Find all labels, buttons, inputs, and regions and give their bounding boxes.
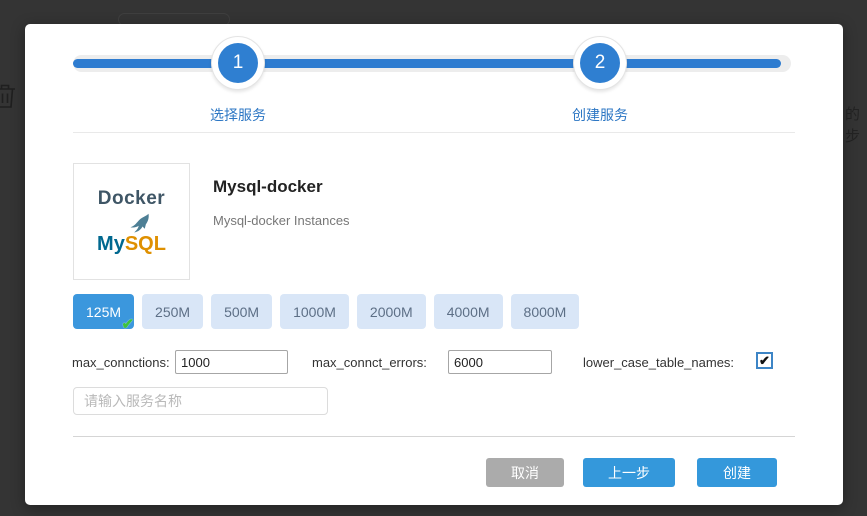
memory-option-label: 125M [86, 303, 122, 320]
max-connections-label: max_connctions: [72, 355, 170, 370]
footer-divider [73, 436, 795, 437]
service-subtitle: Mysql-docker Instances [213, 213, 350, 228]
docker-logo-text: Docker [97, 187, 166, 209]
memory-option-8000m[interactable]: 8000M [510, 294, 580, 329]
max-connect-errors-label: max_connct_errors: [312, 355, 427, 370]
max-connections-input[interactable] [175, 350, 288, 374]
mysql-logo-my: My [97, 232, 125, 255]
create-button[interactable]: 创建 [697, 458, 777, 487]
mysql-logo-text: MySQL [97, 233, 166, 256]
memory-option-500m[interactable]: 500M [211, 294, 273, 329]
step-2-number: 2 [580, 43, 620, 83]
lower-case-table-names-label: lower_case_table_names: [583, 355, 735, 370]
service-logo: Docker MySQL [73, 163, 190, 280]
memory-option-1000m[interactable]: 1000M [280, 294, 349, 329]
mysql-dolphin-icon [126, 212, 156, 235]
service-name-input[interactable] [73, 387, 328, 415]
step-2-label: 创建服务 [572, 107, 628, 123]
background-text-fragments: 的 步 [845, 104, 867, 148]
memory-option-250m[interactable]: 250M [142, 294, 204, 329]
memory-option-125m[interactable]: 125M ✔ [73, 294, 135, 333]
step-1-number: 1 [218, 43, 258, 83]
cancel-button[interactable]: 取消 [486, 458, 564, 487]
max-connect-errors-input[interactable] [448, 350, 552, 374]
lower-case-table-names-checkbox[interactable]: ✔ [756, 352, 773, 369]
step-1-label: 选择服务 [210, 107, 266, 123]
previous-step-button[interactable]: 上一步 [583, 458, 675, 487]
step-2-circle: 2 [573, 36, 627, 90]
background-text-line: 步 [845, 128, 861, 145]
step-1-circle: 1 [211, 36, 265, 90]
background-text-line: 的 [845, 106, 861, 123]
memory-option-2000m[interactable]: 2000M [356, 294, 426, 329]
mysql-logo-sql: SQL [124, 232, 166, 255]
memory-option-4000m[interactable]: 4000M [433, 294, 503, 329]
trash-icon [0, 83, 17, 109]
service-title: Mysql-docker [213, 177, 323, 196]
stepper-progress-bar [73, 59, 781, 68]
create-service-dialog: 1 2 选择服务 创建服务 Docker MySQL Mysql-docker … [25, 24, 843, 505]
selected-check-icon: ✔ [121, 316, 135, 333]
stepper-divider [73, 132, 795, 133]
memory-options-row: 125M ✔ 250M 500M 1000M 2000M 4000M 8000M [73, 294, 580, 333]
